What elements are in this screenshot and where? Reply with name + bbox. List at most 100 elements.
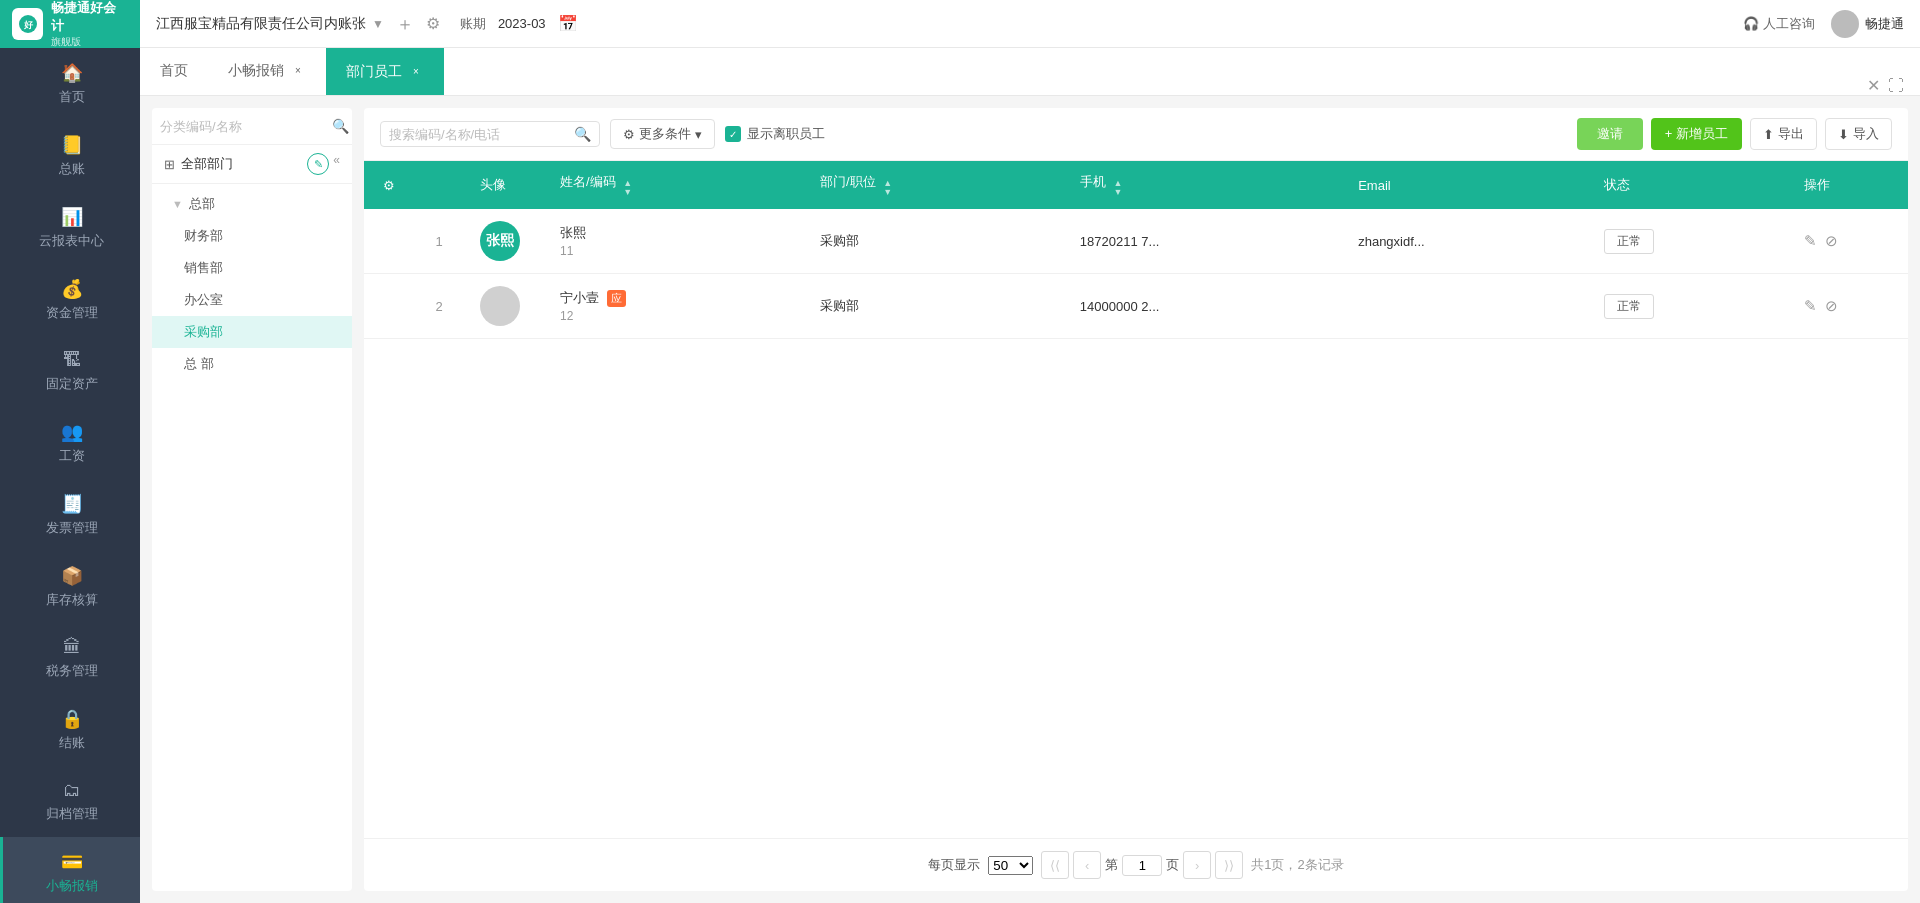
dept-edit-button[interactable]: ✎: [307, 153, 329, 175]
user-menu[interactable]: 畅捷通: [1831, 10, 1904, 38]
add-employee-button[interactable]: + 新增员工: [1651, 118, 1742, 150]
col-dept: 部门/职位 ▲▼: [804, 161, 1064, 209]
dept-node-general[interactable]: 总 部: [152, 348, 352, 380]
name-code-group: 张熙 11: [560, 224, 788, 258]
period-label: 账期: [460, 15, 486, 33]
phone-sort-icon[interactable]: ▲▼: [1113, 179, 1122, 197]
employee-search-input[interactable]: [389, 127, 570, 142]
dept-node-head[interactable]: ▼ 总部: [152, 188, 352, 220]
first-page-button[interactable]: ⟨⟨: [1041, 851, 1069, 879]
sidebar-item-archive-label: 归档管理: [46, 805, 98, 823]
logo-text: 畅捷通好会计: [51, 0, 128, 35]
row-settings-cell: [364, 274, 414, 339]
dept-node-sales[interactable]: 销售部: [152, 252, 352, 284]
dept-sort-icon[interactable]: ▲▼: [883, 179, 892, 197]
capital-icon: 💰: [61, 278, 83, 300]
sidebar-item-tax[interactable]: 🏛 税务管理: [0, 623, 140, 694]
logo-icon: 好: [12, 8, 43, 40]
sidebar-item-reports[interactable]: 📊 云报表中心: [0, 192, 140, 264]
more-filter-button[interactable]: ⚙ 更多条件 ▾: [610, 119, 715, 149]
row-phone-cell: 18720211 7...: [1064, 209, 1342, 274]
employee-search-icon[interactable]: 🔍: [574, 126, 591, 142]
calendar-icon[interactable]: 📅: [558, 14, 578, 33]
sidebar-item-home-label: 首页: [59, 88, 85, 106]
tab-expense-close[interactable]: ×: [290, 63, 306, 79]
help-label: 人工咨询: [1763, 15, 1815, 33]
filter-label: 更多条件: [639, 125, 691, 143]
invoice-icon: 🧾: [61, 493, 83, 515]
sidebar-item-invoice-label: 发票管理: [46, 519, 98, 537]
sidebar-item-home[interactable]: 🏠 首页: [0, 48, 140, 120]
col-actions: 操作: [1788, 161, 1908, 209]
export-button[interactable]: ⬆ 导出: [1750, 118, 1817, 150]
expand-arrow-icon: ▼: [172, 198, 183, 210]
inventory-icon: 📦: [61, 565, 83, 587]
sidebar-item-salary[interactable]: 👥 工资: [0, 407, 140, 479]
prev-page-button[interactable]: ‹: [1073, 851, 1101, 879]
tab-employees-close[interactable]: ×: [408, 64, 424, 80]
sidebar-item-inventory[interactable]: 📦 库存核算: [0, 551, 140, 623]
dept-node-finance[interactable]: 财务部: [152, 220, 352, 252]
sidebar-item-capital[interactable]: 💰 资金管理: [0, 264, 140, 336]
company-selector[interactable]: 江西服宝精品有限责任公司内账张 ▼: [156, 15, 384, 33]
dept-header-actions: ✎ «: [307, 153, 340, 175]
status-badge: 正常: [1604, 229, 1654, 254]
import-icon: ⬇: [1838, 127, 1849, 142]
last-page-button[interactable]: ⟩⟩: [1215, 851, 1243, 879]
col-phone: 手机 ▲▼: [1064, 161, 1342, 209]
tab-expense[interactable]: 小畅报销 ×: [208, 48, 326, 95]
employee-panel: 🔍 ⚙ 更多条件 ▾ ✓ 显示离职员工 邀请 + 新增员工: [364, 108, 1908, 891]
sidebar-item-close[interactable]: 🔒 结账: [0, 694, 140, 766]
row-index: 2: [414, 274, 464, 339]
export-icon: ⬆: [1763, 127, 1774, 142]
sidebar-item-assets[interactable]: 🏗 固定资产: [0, 336, 140, 407]
per-page-select[interactable]: 50 10 20 100: [988, 856, 1033, 875]
tax-icon: 🏛: [63, 637, 81, 658]
employee-dept: 采购部: [820, 298, 859, 313]
delete-employee-icon[interactable]: ⊘: [1825, 232, 1838, 250]
sidebar-item-expense[interactable]: 💳 小畅报销: [0, 837, 140, 903]
tab-home[interactable]: 首页: [140, 48, 208, 95]
sidebar-item-ledger[interactable]: 📒 总账: [0, 120, 140, 192]
sidebar-item-assets-label: 固定资产: [46, 375, 98, 393]
name-code-group: 宁小壹 应 12: [560, 289, 788, 323]
edit-employee-icon[interactable]: ✎: [1804, 232, 1817, 250]
sidebar-item-capital-label: 资金管理: [46, 304, 98, 322]
show-resigned-toggle[interactable]: ✓ 显示离职员工: [725, 125, 825, 143]
sidebar-item-invoice[interactable]: 🧾 发票管理: [0, 479, 140, 551]
action-icons: ✎ ⊘: [1804, 232, 1892, 250]
dept-collapse-button[interactable]: «: [333, 153, 340, 175]
dept-search-icon[interactable]: 🔍: [332, 118, 349, 134]
page-number-input[interactable]: [1122, 855, 1162, 876]
dept-node-purchase[interactable]: 采购部: [152, 316, 352, 348]
row-name-cell: 宁小壹 应 12: [544, 274, 804, 339]
table-row: 1 张熙 张熙 11 采购部 18720211 7... zhangxidf..…: [364, 209, 1908, 274]
delete-employee-icon[interactable]: ⊘: [1825, 297, 1838, 315]
show-resigned-checkbox[interactable]: ✓: [725, 126, 741, 142]
avatar: 张熙: [480, 221, 520, 261]
edit-employee-icon[interactable]: ✎: [1804, 297, 1817, 315]
row-dept-cell: 采购部: [804, 209, 1064, 274]
sidebar-item-reports-label: 云报表中心: [39, 232, 104, 250]
dept-node-office[interactable]: 办公室: [152, 284, 352, 316]
next-page-button[interactable]: ›: [1183, 851, 1211, 879]
tab-maximize-icon[interactable]: ⛶: [1888, 77, 1904, 95]
row-avatar-cell: [464, 274, 544, 339]
dept-node-sales-label: 销售部: [184, 259, 223, 277]
import-label: 导入: [1853, 125, 1879, 143]
settings-icon[interactable]: ⚙: [426, 14, 440, 33]
invite-button[interactable]: 邀请: [1577, 118, 1643, 150]
dept-search-input[interactable]: [160, 119, 328, 134]
tab-bar-right: ✕ ⛶: [1867, 76, 1920, 95]
help-button[interactable]: 🎧 人工咨询: [1743, 15, 1815, 33]
all-dept-header[interactable]: ⊞ 全部部门 ✎ «: [152, 145, 352, 184]
col-settings-icon[interactable]: ⚙: [383, 178, 395, 193]
sidebar-item-archive[interactable]: 🗂 归档管理: [0, 766, 140, 837]
import-button[interactable]: ⬇ 导入: [1825, 118, 1892, 150]
col-index: [414, 161, 464, 209]
tab-employees[interactable]: 部门员工 ×: [326, 48, 444, 95]
name-sort-icon[interactable]: ▲▼: [623, 179, 632, 197]
row-status-cell: 正常: [1588, 209, 1788, 274]
tab-close-all-icon[interactable]: ✕: [1867, 76, 1880, 95]
add-company-icon[interactable]: ＋: [396, 12, 414, 36]
